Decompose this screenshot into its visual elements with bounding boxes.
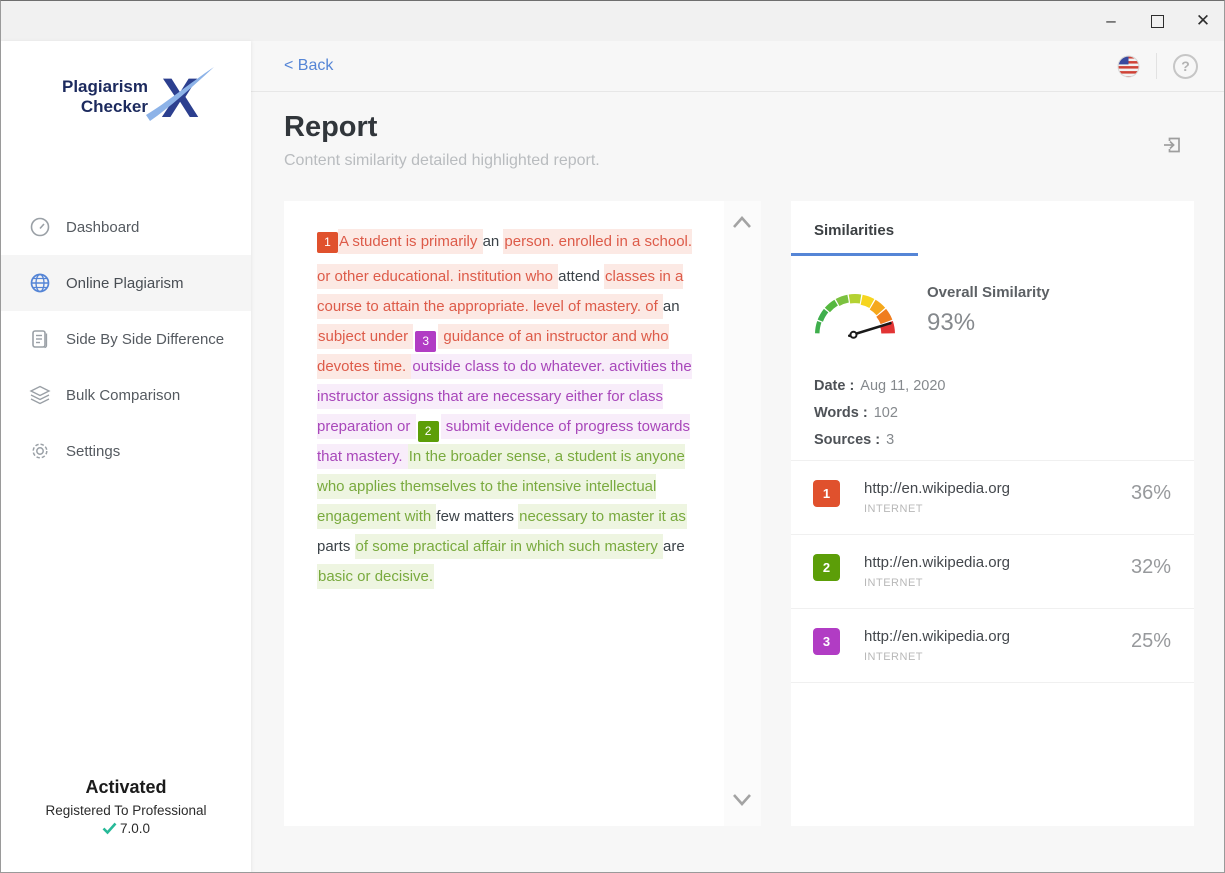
sidebar-item-label: Online Plagiarism xyxy=(66,275,184,292)
source-badge-1: 1 xyxy=(317,232,338,253)
sidebar-item-label: Side By Side Difference xyxy=(66,331,224,348)
meta-label: Date : xyxy=(814,378,854,394)
text-segment: parts xyxy=(317,538,355,555)
app-logo: X Plagiarism Checker xyxy=(26,65,226,137)
source-type: INTERNET xyxy=(864,503,1010,515)
minimize-button[interactable]: – xyxy=(1088,1,1134,41)
sidebar-item-online-plagiarism[interactable]: Online Plagiarism xyxy=(1,255,251,311)
text-segment: an xyxy=(663,298,680,315)
activation-status: Activated xyxy=(1,777,251,798)
sidebar-item-bulk-comparison[interactable]: Bulk Comparison xyxy=(1,367,251,423)
source-badge-3: 3 xyxy=(415,331,436,352)
dashboard-icon xyxy=(29,216,51,238)
page-subtitle: Content similarity detailed highlighted … xyxy=(284,152,600,170)
app-window: – ✕ X Plagiarism Checker Dashboard Online… xyxy=(0,0,1225,873)
svg-text:X: X xyxy=(161,66,198,129)
source-url[interactable]: http://en.wikipedia.org xyxy=(864,628,1010,645)
text-segment: are xyxy=(663,538,685,555)
sidebar-menu: Dashboard Online Plagiarism Side By Side D… xyxy=(1,199,251,479)
source-url[interactable]: http://en.wikipedia.org xyxy=(864,480,1010,497)
title-bar: – ✕ xyxy=(1,1,1225,41)
document-card: 1A student is primarily an person. enrol… xyxy=(284,201,761,826)
source-percent: 32% xyxy=(1131,556,1171,579)
meta-value: 3 xyxy=(886,432,894,448)
overall-similarity-value: 93% xyxy=(927,309,1050,337)
highlighted-document-text: 1A student is primarily an person. enrol… xyxy=(317,227,707,592)
report-meta: Date : Aug 11, 2020 Words : 102 Sources : 3 xyxy=(814,378,1194,448)
source-info: http://en.wikipedia.org INTERNET xyxy=(864,628,1010,663)
activation-version: 7.0.0 xyxy=(1,821,251,836)
meta-row: Sources : 3 xyxy=(814,432,1194,448)
source-info: http://en.wikipedia.org INTERNET xyxy=(864,554,1010,589)
meta-value: 102 xyxy=(874,405,898,421)
activation-registered: Registered To Professional xyxy=(1,803,251,818)
sidebar-item-side-by-side-difference[interactable]: Side By Side Difference xyxy=(1,311,251,367)
source-row[interactable]: 3 http://en.wikipedia.org INTERNET 25% xyxy=(791,609,1194,683)
meta-label: Sources : xyxy=(814,432,880,448)
maximize-icon xyxy=(1151,15,1164,28)
meta-row: Words : 102 xyxy=(814,405,1194,421)
source-row[interactable]: 1 http://en.wikipedia.org INTERNET 36% xyxy=(791,461,1194,535)
similarity-gauge-icon xyxy=(809,272,909,344)
help-icon[interactable]: ? xyxy=(1173,54,1198,79)
source-type: INTERNET xyxy=(864,577,1010,589)
text-segment: an xyxy=(483,233,504,250)
source-list: 1 http://en.wikipedia.org INTERNET 36% 2 http… xyxy=(791,461,1194,683)
document-icon xyxy=(29,328,51,350)
activation-info: Activated Registered To Professional 7.0… xyxy=(1,777,251,836)
scroll-up-icon[interactable] xyxy=(731,214,753,235)
layers-icon xyxy=(29,384,51,406)
source-number-badge: 3 xyxy=(813,628,840,655)
tab-similarities[interactable]: Similarities xyxy=(791,201,894,239)
sidebar-item-dashboard[interactable]: Dashboard xyxy=(1,199,251,255)
source-badge-2: 2 xyxy=(418,421,439,442)
similarities-panel: Similarities Overall Similarity 93% Date… xyxy=(791,201,1194,826)
text-segment: few matters xyxy=(436,508,518,525)
sidebar-item-settings[interactable]: Settings xyxy=(1,423,251,479)
close-button[interactable]: ✕ xyxy=(1180,1,1225,41)
source-type: INTERNET xyxy=(864,651,1010,663)
text-segment: basic or decisive. xyxy=(317,564,434,589)
meta-row: Date : Aug 11, 2020 xyxy=(814,378,1194,394)
gear-icon xyxy=(29,440,51,462)
sidebar-item-label: Dashboard xyxy=(66,219,139,236)
document-scrollbar xyxy=(724,201,761,826)
source-row[interactable]: 2 http://en.wikipedia.org INTERNET 32% xyxy=(791,535,1194,609)
source-percent: 36% xyxy=(1131,482,1171,505)
back-link[interactable]: < Back xyxy=(284,57,333,75)
logo-text: Plagiarism Checker xyxy=(62,77,148,117)
overall-similarity-label: Overall Similarity xyxy=(927,284,1050,301)
export-report-icon[interactable] xyxy=(1161,134,1183,161)
sidebar: X Plagiarism Checker Dashboard Online Pla… xyxy=(1,41,251,873)
source-info: http://en.wikipedia.org INTERNET xyxy=(864,480,1010,515)
tab-active-indicator xyxy=(791,253,918,256)
logo-x-icon: X xyxy=(144,65,216,136)
meta-label: Words : xyxy=(814,405,868,421)
text-segment: subject under xyxy=(317,324,413,349)
topbar-divider xyxy=(1156,53,1157,79)
source-number-badge: 1 xyxy=(813,480,840,507)
source-percent: 25% xyxy=(1131,630,1171,653)
page-title: Report xyxy=(284,111,600,144)
meta-value: Aug 11, 2020 xyxy=(860,378,945,394)
top-bar: < Back ? xyxy=(251,41,1225,92)
source-url[interactable]: http://en.wikipedia.org xyxy=(864,554,1010,571)
text-segment: A student is primarily xyxy=(338,229,483,254)
sidebar-item-label: Bulk Comparison xyxy=(66,387,180,404)
scroll-down-icon[interactable] xyxy=(731,792,753,813)
check-icon xyxy=(102,822,117,835)
sidebar-item-label: Settings xyxy=(66,443,120,460)
text-segment: necessary to master it as xyxy=(518,504,687,529)
language-flag-icon[interactable] xyxy=(1117,55,1140,78)
globe-icon xyxy=(29,272,51,294)
source-number-badge: 2 xyxy=(813,554,840,581)
text-segment: of some practical affair in which such m… xyxy=(355,534,664,559)
text-segment: attend xyxy=(558,268,604,285)
maximize-button[interactable] xyxy=(1134,1,1180,41)
